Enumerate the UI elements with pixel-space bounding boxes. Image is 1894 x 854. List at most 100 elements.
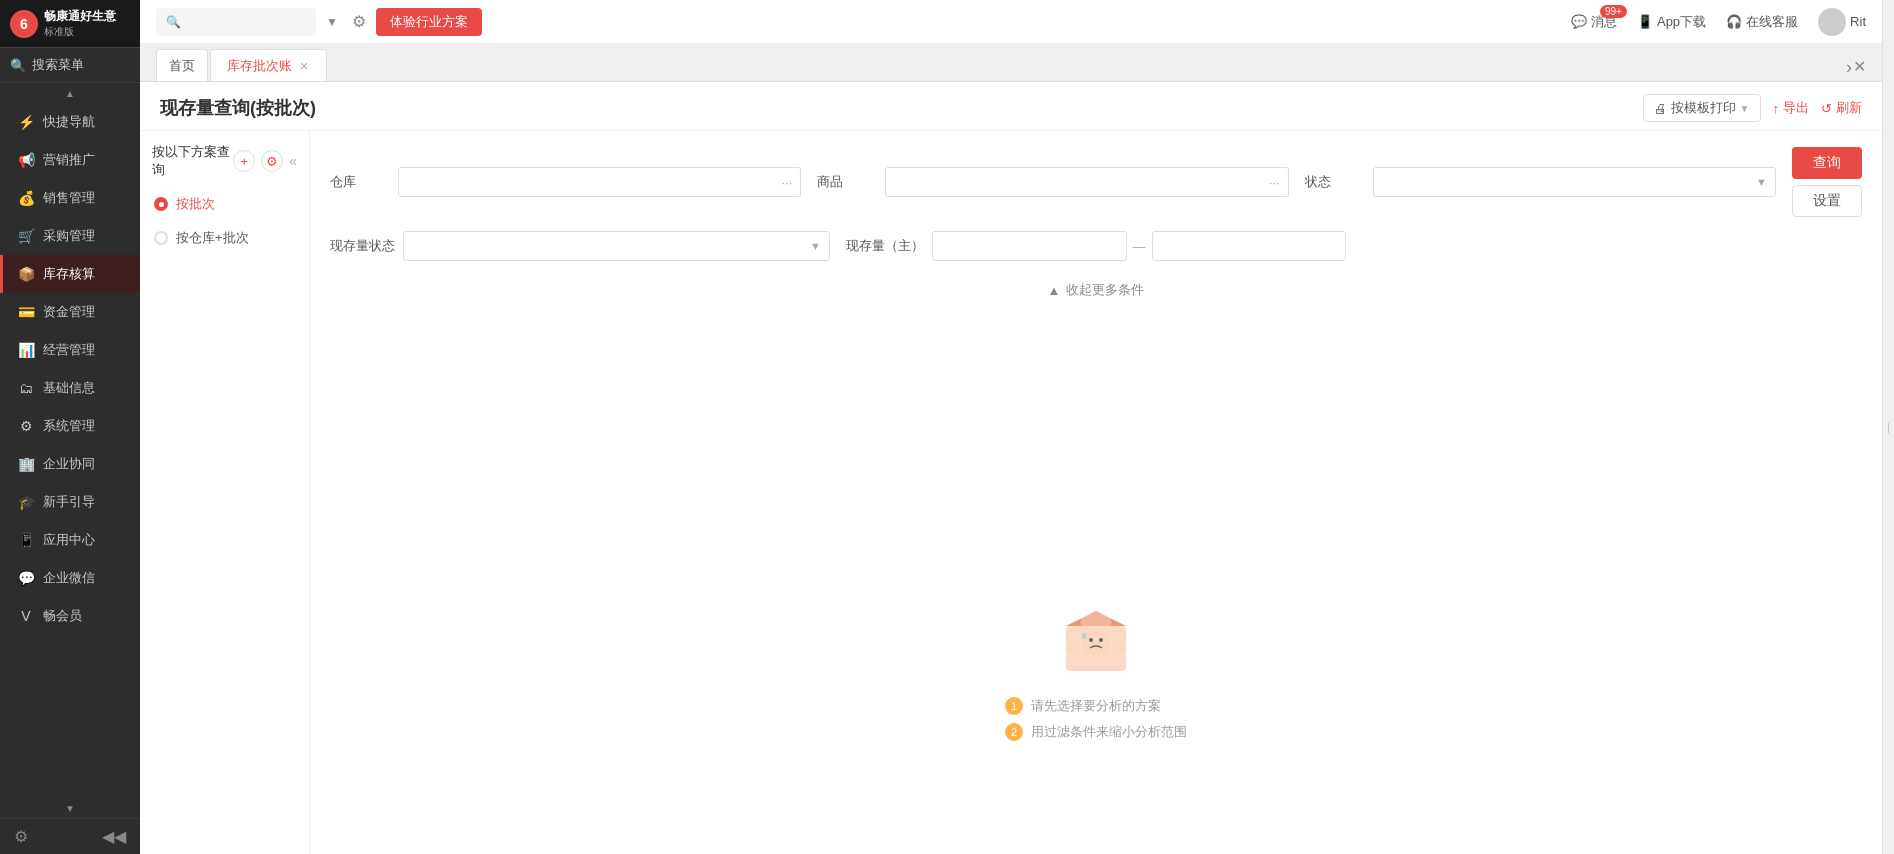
tab-inventory-label: 库存批次账 <box>227 57 292 75</box>
online-service-label: 在线客服 <box>1746 13 1798 31</box>
settings-filter-btn[interactable]: ⚙ <box>261 150 283 172</box>
app-download-btn[interactable]: 📱 App下载 <box>1637 13 1706 31</box>
tab-inventory-batch[interactable]: 库存批次账 × <box>210 49 327 81</box>
purchase-icon: 🛒 <box>17 227 35 245</box>
filter-option-batch[interactable]: 按批次 <box>140 187 309 221</box>
topbar-search-box[interactable]: 🔍 <box>156 8 316 36</box>
print-dropdown-icon: ▼ <box>1740 103 1750 114</box>
operations-icon: 📊 <box>17 341 35 359</box>
filter-field-inventory-status: 现存量状态 ▼ <box>330 231 830 261</box>
collapse-more-btn[interactable]: ▲ 收起更多条件 <box>330 275 1862 305</box>
sidebar-item-system[interactable]: ⚙ 系统管理 <box>0 407 140 445</box>
sidebar-item-inventory[interactable]: 📦 库存核算 <box>0 255 140 293</box>
svg-point-8 <box>1067 645 1075 653</box>
sidebar-item-weixin[interactable]: 💬 企业微信 <box>0 559 140 597</box>
product-input[interactable]: ··· <box>885 167 1288 197</box>
messages-btn[interactable]: 💬 消息 99+ <box>1571 13 1617 31</box>
svg-point-4 <box>1082 629 1110 657</box>
filter-option-batch-label: 按批次 <box>176 195 215 213</box>
basic-icon: 🗂 <box>17 379 35 397</box>
inventory-icon: 📦 <box>17 265 35 283</box>
settings-btn[interactable]: 设置 <box>1792 185 1862 217</box>
query-btn[interactable]: 查询 <box>1792 147 1862 179</box>
sidebar-item-label: 营销推广 <box>43 151 95 169</box>
sidebar-item-label: 销售管理 <box>43 189 95 207</box>
status-select[interactable]: ▼ <box>1373 167 1776 197</box>
empty-steps: 1 请先选择要分析的方案 2 用过滤条件来缩小分析范围 <box>1005 697 1187 741</box>
online-service-btn[interactable]: 🎧 在线客服 <box>1726 13 1798 31</box>
product-text-input[interactable] <box>886 168 1260 196</box>
collapse-sidebar-icon[interactable]: ◀◀ <box>102 827 126 846</box>
filter-radio-batch <box>154 197 168 211</box>
enterprise-icon: 🏢 <box>17 455 35 473</box>
export-btn[interactable]: ↑ 导出 <box>1773 99 1810 117</box>
sidebar-item-guide[interactable]: 🎓 新手引导 <box>0 483 140 521</box>
apps-icon: 📱 <box>17 531 35 549</box>
sidebar-item-apps[interactable]: 📱 应用中心 <box>0 521 140 559</box>
sidebar-item-label: 应用中心 <box>43 531 95 549</box>
svg-point-7 <box>1082 633 1086 639</box>
scroll-down-btn[interactable]: ▼ <box>0 798 140 818</box>
close-all-tabs-btn[interactable]: ✕ <box>1853 57 1866 76</box>
product-more-btn[interactable]: ··· <box>1261 175 1288 190</box>
sidebar-item-label: 采购管理 <box>43 227 95 245</box>
empty-step-1: 1 请先选择要分析的方案 <box>1005 697 1187 715</box>
inventory-qty-min[interactable] <box>932 231 1127 261</box>
inventory-qty-max[interactable] <box>1152 231 1347 261</box>
sidebar-item-enterprise[interactable]: 🏢 企业协同 <box>0 445 140 483</box>
inventory-qty-range: — <box>932 231 1346 261</box>
topbar-gear-btn[interactable]: ⚙ <box>352 12 366 31</box>
sidebar-item-basic[interactable]: 🗂 基础信息 <box>0 369 140 407</box>
marketing-icon: 📢 <box>17 151 35 169</box>
phone-icon: 📱 <box>1637 14 1653 29</box>
step-num-1: 1 <box>1005 697 1023 715</box>
warehouse-text-input[interactable] <box>399 168 773 196</box>
sidebar-item-finance[interactable]: 💳 资金管理 <box>0 293 140 331</box>
sidebar-item-label: 经营管理 <box>43 341 95 359</box>
collapse-icon: ▲ <box>1048 283 1061 298</box>
sidebar-item-marketing[interactable]: 📢 营销推广 <box>0 141 140 179</box>
trial-btn[interactable]: 体验行业方案 <box>376 8 482 36</box>
filter-field-product: 商品 ··· <box>817 167 1288 197</box>
print-template-btn[interactable]: 🖨 按模板打印 ▼ <box>1643 94 1761 122</box>
user-profile-btn[interactable]: Rit <box>1818 8 1866 36</box>
refresh-btn[interactable]: ↺ 刷新 <box>1821 99 1862 117</box>
message-icon: 💬 <box>1571 14 1587 29</box>
sidebar-item-purchase[interactable]: 🛒 采购管理 <box>0 217 140 255</box>
collapse-filter-sidebar-btn[interactable]: « <box>289 153 297 169</box>
filter-option-warehouse-batch[interactable]: 按仓库+批次 <box>140 221 309 255</box>
warehouse-more-btn[interactable]: ··· <box>773 175 800 190</box>
right-panel-handle[interactable]: | <box>1882 0 1894 854</box>
sidebar-item-label: 畅会员 <box>43 607 82 625</box>
warehouse-input[interactable]: ··· <box>398 167 801 197</box>
topbar-dropdown-btn[interactable]: ▼ <box>326 15 338 29</box>
finance-icon: 💳 <box>17 303 35 321</box>
tab-home[interactable]: 首页 <box>156 49 208 81</box>
filter-main: 仓库 ··· 商品 ··· <box>310 131 1882 469</box>
sidebar-item-label: 企业微信 <box>43 569 95 587</box>
expand-right-btn[interactable]: › <box>1846 56 1852 77</box>
sidebar-item-member[interactable]: V 畅会员 <box>0 597 140 635</box>
sidebar-item-operations[interactable]: 📊 经营管理 <box>0 331 140 369</box>
step-2-text: 用过滤条件来缩小分析范围 <box>1031 723 1187 741</box>
search-small-icon: 🔍 <box>166 15 181 29</box>
step-1-text: 请先选择要分析的方案 <box>1031 697 1161 715</box>
empty-state: 1 请先选择要分析的方案 2 用过滤条件来缩小分析范围 <box>310 469 1882 855</box>
settings-footer-icon[interactable]: ⚙ <box>14 827 28 846</box>
tab-close-btn[interactable]: × <box>298 59 310 73</box>
search-menu[interactable]: 🔍 搜索菜单 <box>0 48 140 83</box>
refresh-icon: ↺ <box>1821 101 1832 116</box>
sidebar-item-sales[interactable]: 💰 销售管理 <box>0 179 140 217</box>
sidebar-item-label: 企业协同 <box>43 455 95 473</box>
search-menu-label: 搜索菜单 <box>32 56 84 74</box>
print-icon: 🖨 <box>1654 101 1667 116</box>
print-label: 按模板打印 <box>1671 99 1736 117</box>
sidebar-item-quick-nav[interactable]: ⚡ 快捷导航 <box>0 103 140 141</box>
svg-point-6 <box>1099 638 1103 642</box>
headset-icon: 🎧 <box>1726 14 1742 29</box>
add-filter-btn[interactable]: + <box>233 150 255 172</box>
scroll-up-btn[interactable]: ▲ <box>0 83 140 103</box>
range-separator: — <box>1133 239 1146 254</box>
inventory-status-select[interactable]: ▼ <box>403 231 830 261</box>
sidebar-header: 6 畅康通好生意 标准版 <box>0 0 140 48</box>
